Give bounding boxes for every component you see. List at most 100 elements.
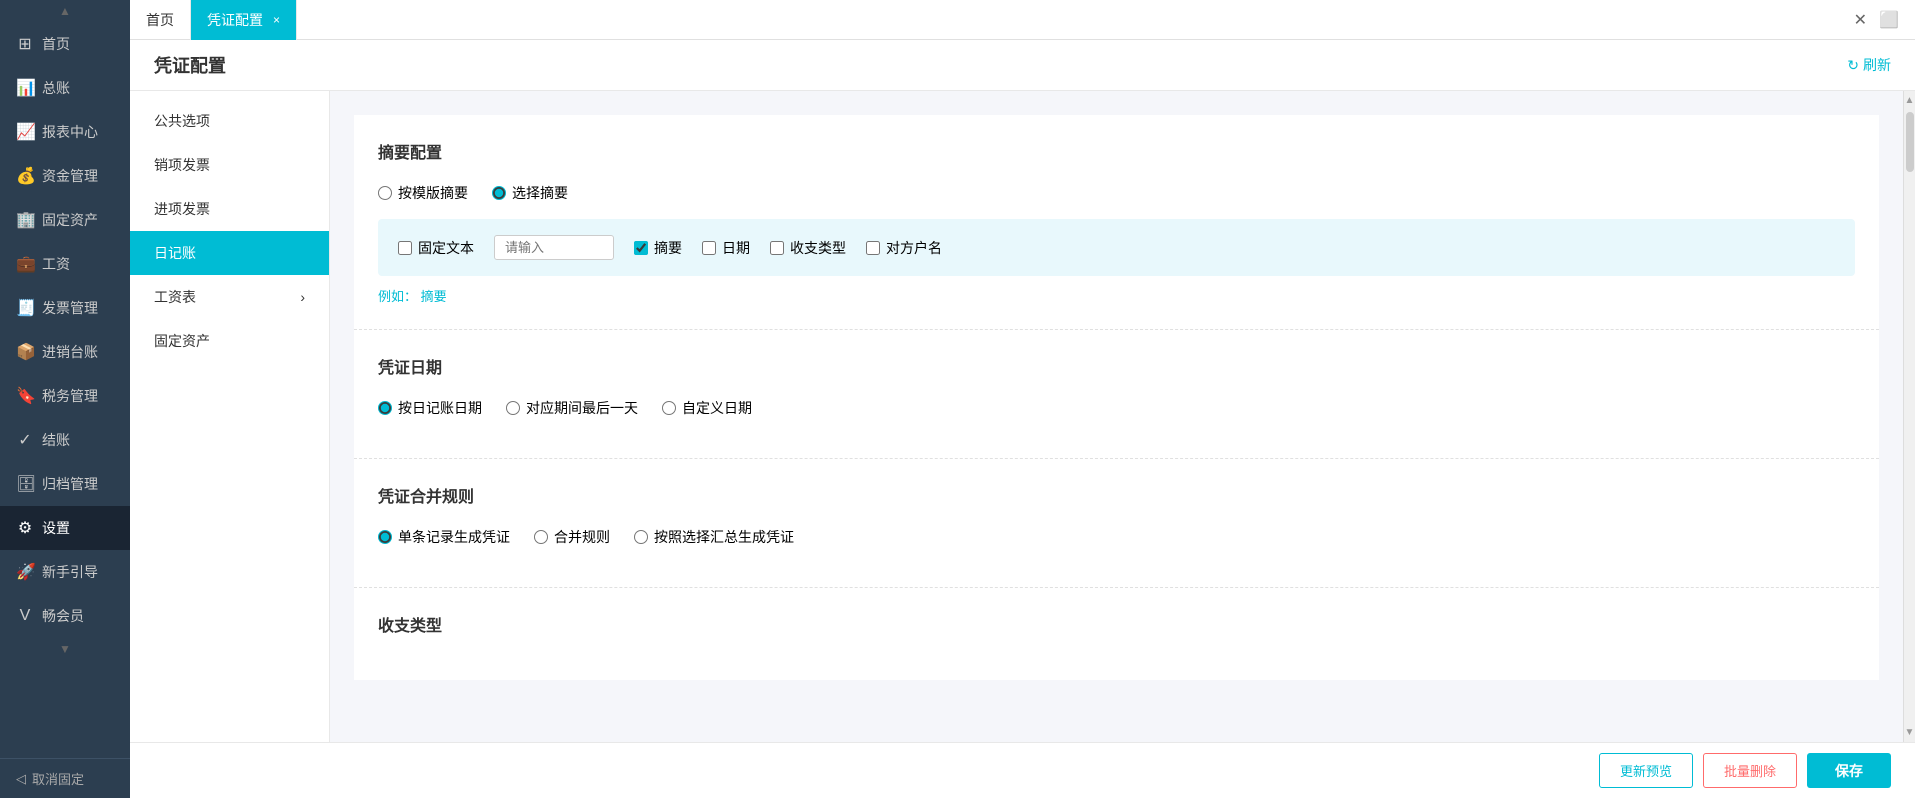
section-merge-title: 凭证合并规则 [378, 483, 1855, 507]
guide-icon: 🚀 [16, 562, 34, 582]
radio-summary-input[interactable] [634, 530, 648, 544]
salary-icon: 💼 [16, 254, 34, 274]
save-button[interactable]: 保存 [1807, 753, 1891, 788]
sidebar-item-vip[interactable]: V 畅会员 [0, 594, 130, 638]
left-nav-journal[interactable]: 日记账 [130, 231, 329, 275]
checkbox-fixed-text-input[interactable] [398, 241, 412, 255]
left-nav-purchase[interactable]: 进项发票 [130, 187, 329, 231]
sidebar-item-salary[interactable]: 💼 工资 [0, 242, 130, 286]
sidebar-item-asset-label: 固定资产 [42, 210, 98, 230]
sidebar-item-report[interactable]: 📈 报表中心 [0, 110, 130, 154]
checkbox-date-input[interactable] [702, 241, 716, 255]
sidebar-item-invoice[interactable]: 🧾 发票管理 [0, 286, 130, 330]
radio-merge-rule-input[interactable] [534, 530, 548, 544]
left-nav-payroll[interactable]: 工资表 › [130, 275, 329, 319]
checkbox-date[interactable]: 日期 [702, 238, 750, 258]
left-nav: 公共选项 销项发票 进项发票 日记账 工资表 › 固定资产 [130, 91, 330, 742]
tab-voucher[interactable]: 凭证配置 × [191, 0, 297, 40]
radio-select-abstract[interactable]: 选择摘要 [492, 183, 568, 203]
sidebar-item-ledger-label: 总账 [42, 78, 70, 98]
batch-delete-button[interactable]: 批量删除 [1703, 753, 1797, 788]
checkbox-counterparty-label: 对方户名 [886, 238, 942, 258]
page-content: 凭证配置 ↻ 刷新 公共选项 销项发票 进项发票 日记账 [130, 40, 1915, 798]
radio-last-day-input[interactable] [506, 401, 520, 415]
left-nav-sales[interactable]: 销项发票 [130, 143, 329, 187]
checkbox-abstract[interactable]: 摘要 [634, 238, 682, 258]
sidebar-item-close-label: 结账 [42, 430, 70, 450]
report-icon: 📈 [16, 122, 34, 142]
sidebar-item-guide[interactable]: 🚀 新手引导 [0, 550, 130, 594]
tab-voucher-close[interactable]: × [273, 13, 280, 27]
scroll-up-arrow[interactable]: ▲ [1903, 91, 1915, 110]
tab-home[interactable]: 首页 [130, 0, 191, 40]
settings-icon: ⚙ [16, 518, 34, 538]
sidebar-item-ledger[interactable]: 📊 总账 [0, 66, 130, 110]
checkbox-income-type[interactable]: 收支类型 [770, 238, 846, 258]
example-value: 摘要 [421, 289, 447, 304]
sidebar-item-report-label: 报表中心 [42, 122, 98, 142]
radio-custom-date-input[interactable] [662, 401, 676, 415]
sidebar-scroll-up[interactable]: ▲ [0, 0, 130, 22]
scroll-down-arrow[interactable]: ▼ [1903, 723, 1915, 742]
sidebar-item-purchase-label: 进销台账 [42, 342, 98, 362]
refresh-button[interactable]: ↻ 刷新 [1847, 55, 1891, 75]
sidebar-item-settings[interactable]: ⚙ 设置 [0, 506, 130, 550]
asset-icon: 🏢 [16, 210, 34, 230]
sidebar-item-home-label: 首页 [42, 34, 70, 54]
checkbox-fixed-text[interactable]: 固定文本 [398, 238, 474, 258]
sidebar-pin-label: 取消固定 [32, 769, 84, 788]
sidebar-item-vip-label: 畅会员 [42, 606, 84, 626]
radio-custom-date[interactable]: 自定义日期 [662, 398, 752, 418]
sidebar-item-asset[interactable]: 🏢 固定资产 [0, 198, 130, 242]
radio-template-abstract-input[interactable] [378, 186, 392, 200]
page-header: 凭证配置 ↻ 刷新 [130, 40, 1915, 91]
checkbox-date-label: 日期 [722, 238, 750, 258]
checkbox-fixed-text-label: 固定文本 [418, 238, 474, 258]
radio-select-abstract-input[interactable] [492, 186, 506, 200]
sidebar-item-tax[interactable]: 🔖 税务管理 [0, 374, 130, 418]
section-income-type-title: 收支类型 [378, 612, 1855, 636]
tab-bar: 首页 凭证配置 × ✕ ⬜ [130, 0, 1915, 40]
scrollbar[interactable]: ▲ ▼ [1903, 91, 1915, 742]
radio-single[interactable]: 单条记录生成凭证 [378, 527, 510, 547]
radio-merge-rule[interactable]: 合并规则 [534, 527, 610, 547]
section-date-title: 凭证日期 [378, 354, 1855, 378]
update-preview-button[interactable]: 更新预览 [1599, 753, 1693, 788]
fund-icon: 💰 [16, 166, 34, 186]
close-books-icon: ✓ [16, 430, 34, 450]
checkbox-abstract-label: 摘要 [654, 238, 682, 258]
sidebar-item-close[interactable]: ✓ 结账 [0, 418, 130, 462]
fixed-text-input[interactable] [494, 235, 614, 260]
radio-journal-date[interactable]: 按日记账日期 [378, 398, 482, 418]
left-nav-payroll-label: 工资表 [154, 287, 196, 307]
checkbox-income-type-label: 收支类型 [790, 238, 846, 258]
right-content: 摘要配置 按模版摘要 选择摘要 [330, 91, 1903, 742]
radio-template-abstract[interactable]: 按模版摘要 [378, 183, 468, 203]
section-merge: 凭证合并规则 单条记录生成凭证 合并规则 [354, 459, 1879, 588]
sidebar-item-purchase[interactable]: 📦 进销台账 [0, 330, 130, 374]
content-layout: 公共选项 销项发票 进项发票 日记账 工资表 › 固定资产 [130, 91, 1915, 742]
checkbox-counterparty-input[interactable] [866, 241, 880, 255]
main-area: 首页 凭证配置 × ✕ ⬜ 凭证配置 ↻ 刷新 公共选项 [130, 0, 1915, 798]
section-abstract: 摘要配置 按模版摘要 选择摘要 [354, 115, 1879, 330]
scroll-thumb[interactable] [1906, 112, 1914, 172]
checkbox-counterparty[interactable]: 对方户名 [866, 238, 942, 258]
sidebar-scroll-down[interactable]: ▼ [0, 638, 130, 660]
home-icon: ⊞ [16, 34, 34, 54]
sidebar-item-fund[interactable]: 💰 资金管理 [0, 154, 130, 198]
checkbox-income-type-input[interactable] [770, 241, 784, 255]
radio-summary[interactable]: 按照选择汇总生成凭证 [634, 527, 794, 547]
radio-journal-date-input[interactable] [378, 401, 392, 415]
sidebar-item-home[interactable]: ⊞ 首页 [0, 22, 130, 66]
checkbox-abstract-input[interactable] [634, 241, 648, 255]
sidebar-item-archive[interactable]: 🗄 归档管理 [0, 462, 130, 506]
left-nav-fixed-asset[interactable]: 固定资产 [130, 319, 329, 363]
radio-last-day[interactable]: 对应期间最后一天 [506, 398, 638, 418]
sidebar-pin-toggle[interactable]: ◁ 取消固定 [0, 758, 130, 798]
section-income-type: 收支类型 [354, 588, 1879, 680]
radio-single-input[interactable] [378, 530, 392, 544]
left-nav-public[interactable]: 公共选项 [130, 99, 329, 143]
window-close-button[interactable]: ✕ [1854, 10, 1867, 30]
window-maximize-button[interactable]: ⬜ [1879, 10, 1899, 30]
radio-journal-date-label: 按日记账日期 [398, 398, 482, 418]
